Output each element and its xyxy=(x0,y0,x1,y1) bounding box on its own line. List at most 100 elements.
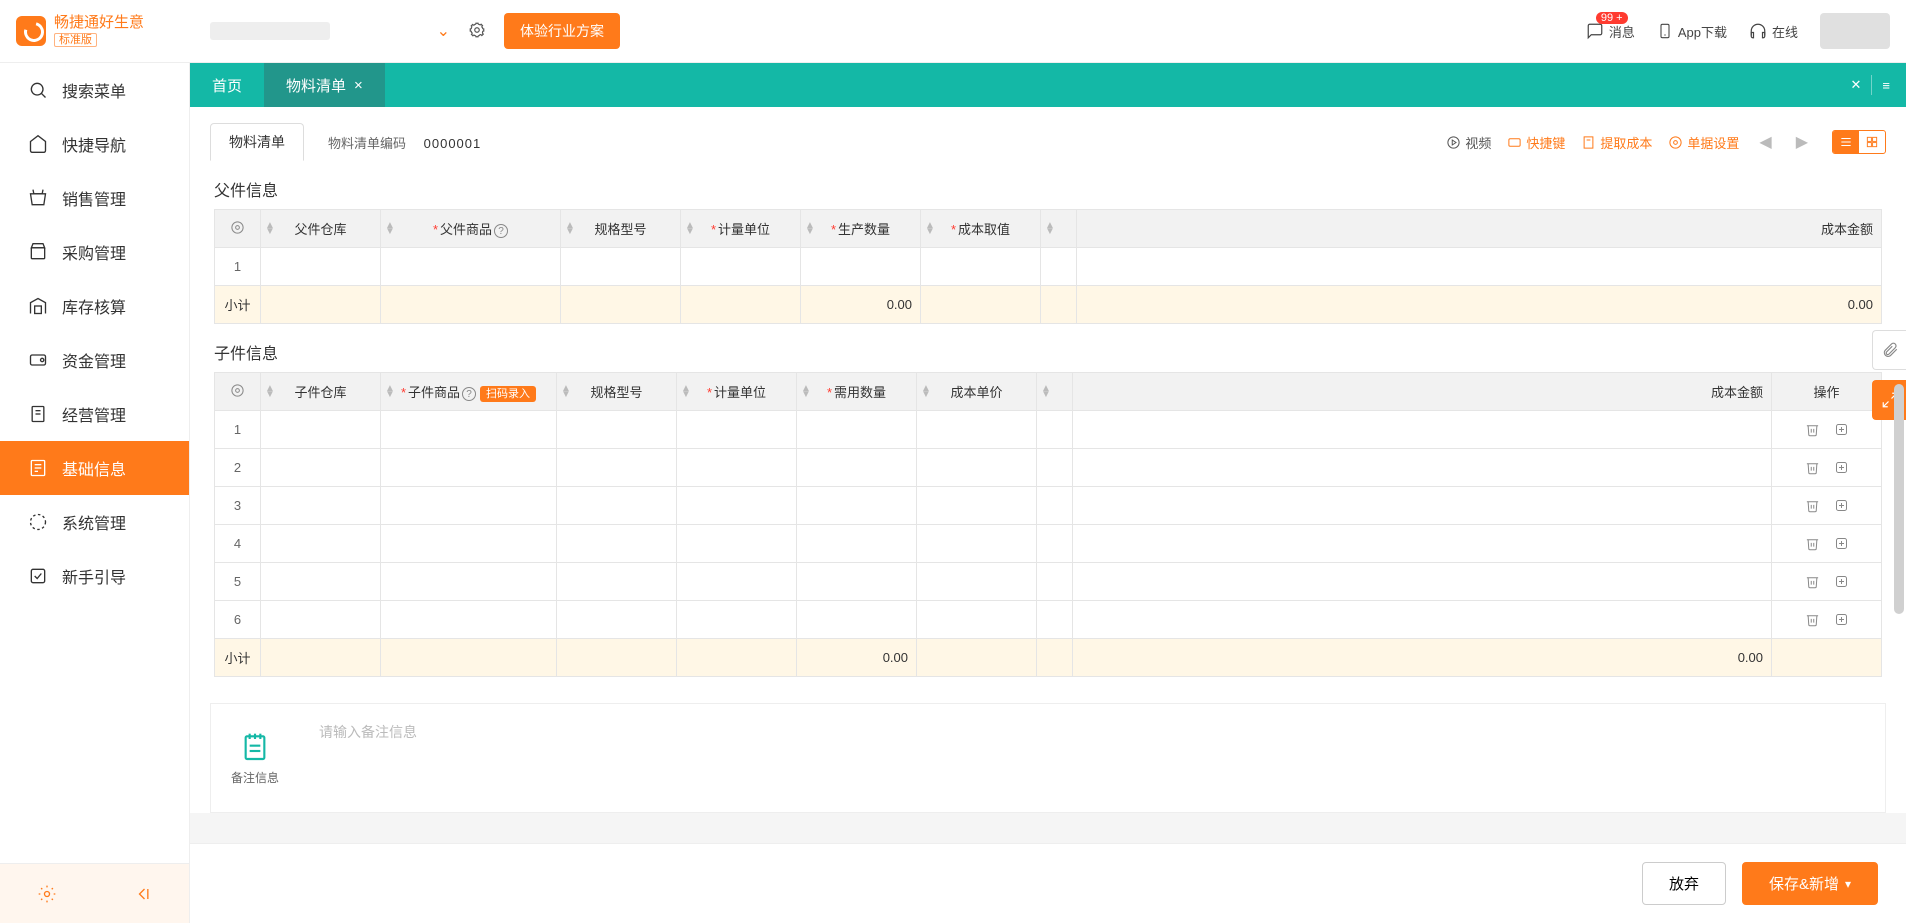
gear-icon[interactable] xyxy=(468,21,486,42)
close-all-icon[interactable]: ✕ xyxy=(1851,77,1862,93)
sidebar-item-inventory-cost[interactable]: 库存核算 xyxy=(0,279,189,333)
footer: 放弃 保存&新增 ▾ xyxy=(190,843,1906,923)
delete-icon[interactable] xyxy=(1805,574,1820,589)
sidebar-item-operation-mgmt[interactable]: 经营管理 xyxy=(0,387,189,441)
notepad-icon xyxy=(239,731,271,763)
tabbar-menu-icon[interactable]: ≡ xyxy=(1882,78,1890,93)
add-row-icon[interactable] xyxy=(1834,612,1849,627)
help-icon[interactable]: ? xyxy=(462,387,476,401)
sidebar-item-system-mgmt[interactable]: 系统管理 xyxy=(0,495,189,549)
messages-button[interactable]: 99 + 消息 xyxy=(1586,22,1635,41)
table-row[interactable]: 1 xyxy=(215,411,1882,449)
col-blank: ▲▼ xyxy=(1041,210,1077,248)
sidebar-item-sales-mgmt[interactable]: 销售管理 xyxy=(0,171,189,225)
video-button[interactable]: 视频 xyxy=(1446,133,1491,152)
col-parent-cost-source[interactable]: ▲▼*成本取值 xyxy=(921,210,1041,248)
col-parent-item[interactable]: ▲▼*父件商品? xyxy=(381,210,561,248)
online-label: 在线 xyxy=(1772,22,1798,41)
solution-button[interactable]: 体验行业方案 xyxy=(504,13,620,49)
delete-icon[interactable] xyxy=(1805,536,1820,551)
table-row[interactable]: 4 xyxy=(215,525,1882,563)
col-child-warehouse[interactable]: ▲▼子件仓库 xyxy=(261,373,381,411)
add-row-icon[interactable] xyxy=(1834,574,1849,589)
chevron-down-icon: ⌄ xyxy=(437,21,450,41)
delete-icon[interactable] xyxy=(1805,422,1820,437)
parent-table: ▲▼父件仓库 ▲▼*父件商品? ▲▼规格型号 ▲▼*计量单位 ▲▼*生产数量 ▲… xyxy=(214,209,1882,324)
discard-button[interactable]: 放弃 xyxy=(1642,862,1726,905)
online-support-button[interactable]: 在线 xyxy=(1749,22,1798,41)
tab-home[interactable]: 首页 xyxy=(190,63,264,107)
doc-code-value: 0000001 xyxy=(424,136,482,151)
doc-settings-button[interactable]: 单据设置 xyxy=(1668,133,1739,152)
scrollbar[interactable] xyxy=(1894,384,1904,614)
help-icon[interactable]: ? xyxy=(494,224,508,238)
delete-icon[interactable] xyxy=(1805,498,1820,513)
delete-icon[interactable] xyxy=(1805,612,1820,627)
table-row[interactable]: 3 xyxy=(215,487,1882,525)
table-row[interactable]: 2 xyxy=(215,449,1882,487)
tab-label: 物料清单 xyxy=(286,75,346,96)
app-download-button[interactable]: App下载 xyxy=(1657,22,1727,41)
sidebar-item-search-menu[interactable]: 搜索菜单 xyxy=(0,63,189,117)
extract-cost-button[interactable]: 提取成本 xyxy=(1581,133,1652,152)
save-new-button[interactable]: 保存&新增 ▾ xyxy=(1742,862,1878,905)
col-child-amount[interactable]: 成本金额 xyxy=(1073,373,1772,411)
prev-doc-button[interactable]: ◀ xyxy=(1755,132,1775,152)
messages-badge: 99 + xyxy=(1596,12,1628,24)
table-row[interactable]: 1 xyxy=(215,248,1882,286)
add-row-icon[interactable] xyxy=(1834,498,1849,513)
col-child-item[interactable]: ▲▼*子件商品?扫码录入 xyxy=(381,373,557,411)
settings-icon[interactable] xyxy=(37,884,57,904)
column-settings-button[interactable] xyxy=(215,210,261,248)
add-row-icon[interactable] xyxy=(1834,422,1849,437)
sidebar-item-label: 搜索菜单 xyxy=(62,78,126,102)
company-name-redacted xyxy=(210,22,330,40)
parent-subtotal-row: 小计 0.00 0.00 xyxy=(215,286,1882,324)
sidebar-item-label: 资金管理 xyxy=(62,348,126,372)
next-doc-button[interactable]: ▶ xyxy=(1792,132,1812,152)
collapse-icon[interactable] xyxy=(132,884,152,904)
col-parent-unit[interactable]: ▲▼*计量单位 xyxy=(681,210,801,248)
col-parent-spec[interactable]: ▲▼规格型号 xyxy=(561,210,681,248)
sidebar-item-fund-mgmt[interactable]: 资金管理 xyxy=(0,333,189,387)
sidebar-item-label: 销售管理 xyxy=(62,186,126,210)
remark-input[interactable] xyxy=(319,724,1865,740)
close-icon[interactable]: × xyxy=(354,77,363,94)
sidebar-item-quick-nav[interactable]: 快捷导航 xyxy=(0,117,189,171)
parent-subtotal-amount: 0.00 xyxy=(1077,286,1882,324)
col-parent-warehouse[interactable]: ▲▼父件仓库 xyxy=(261,210,381,248)
shortcut-button[interactable]: 快捷键 xyxy=(1507,133,1565,152)
page-tab[interactable]: 物料清单 xyxy=(210,123,304,161)
delete-icon[interactable] xyxy=(1805,460,1820,475)
column-settings-button[interactable] xyxy=(215,373,261,411)
logo-icon xyxy=(16,16,46,46)
content: 物料清单 物料清单编码 0000001 视频 xyxy=(190,107,1906,843)
table-row[interactable]: 6 xyxy=(215,601,1882,639)
doc-code: 物料清单编码 0000001 xyxy=(328,133,481,152)
sidebar-item-purchase-mgmt[interactable]: 采购管理 xyxy=(0,225,189,279)
col-parent-amount[interactable]: 成本金额 xyxy=(1077,210,1882,248)
add-row-icon[interactable] xyxy=(1834,460,1849,475)
table-row[interactable]: 5 xyxy=(215,563,1882,601)
card-view-button[interactable] xyxy=(1859,131,1885,153)
avatar[interactable] xyxy=(1820,13,1890,49)
app-download-label: App下载 xyxy=(1678,22,1727,41)
col-child-spec[interactable]: ▲▼规格型号 xyxy=(557,373,677,411)
sidebar-item-newbie-guide[interactable]: 新手引导 xyxy=(0,549,189,603)
col-parent-qty[interactable]: ▲▼*生产数量 xyxy=(801,210,921,248)
tab-label: 首页 xyxy=(212,75,242,96)
list-view-button[interactable] xyxy=(1833,131,1859,153)
tabbar: 首页 物料清单 × ✕ ≡ xyxy=(190,63,1906,107)
parent-section-title: 父件信息 xyxy=(190,171,1906,209)
col-child-unit-cost[interactable]: ▲▼成本单价 xyxy=(917,373,1037,411)
tab-bom[interactable]: 物料清单 × xyxy=(264,63,385,107)
company-select[interactable]: ⌄ xyxy=(210,21,450,41)
scan-entry-button[interactable]: 扫码录入 xyxy=(480,386,536,402)
attachment-button[interactable] xyxy=(1872,330,1906,370)
sidebar-item-basic-info[interactable]: 基础信息 xyxy=(0,441,189,495)
col-child-unit[interactable]: ▲▼*计量单位 xyxy=(677,373,797,411)
remark-label: 备注信息 xyxy=(231,769,279,786)
add-row-icon[interactable] xyxy=(1834,536,1849,551)
col-child-qty[interactable]: ▲▼*需用数量 xyxy=(797,373,917,411)
messages-label: 消息 xyxy=(1609,22,1635,41)
